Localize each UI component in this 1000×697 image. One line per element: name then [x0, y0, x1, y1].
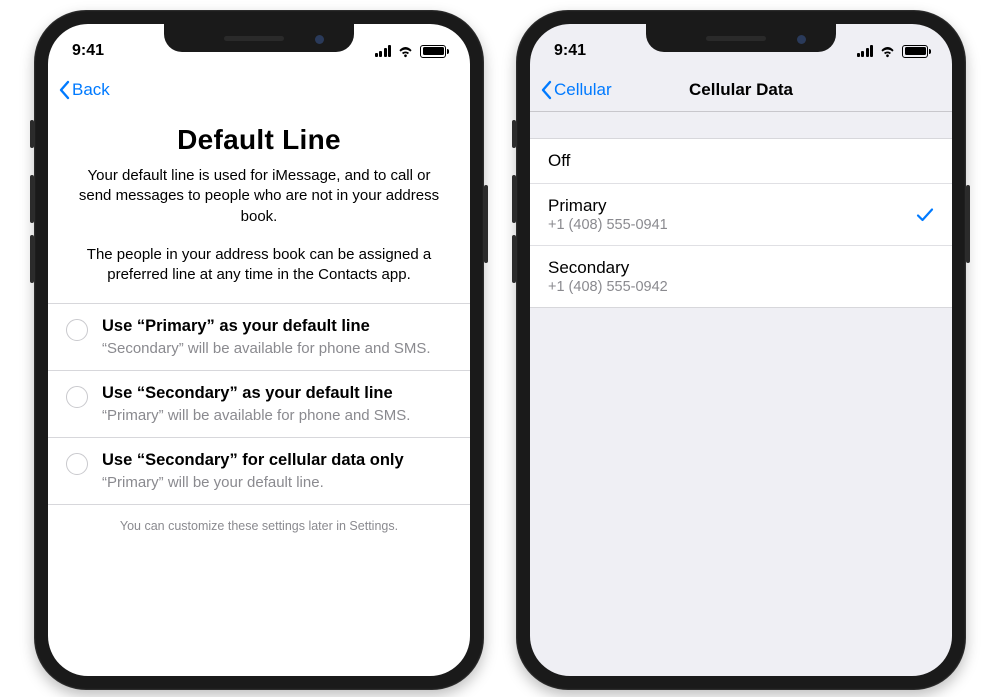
option-primary-default[interactable]: Use “Primary” as your default line “Seco… [48, 304, 470, 371]
notch [164, 24, 354, 52]
page-title: Default Line [68, 124, 450, 156]
radio-icon [66, 453, 88, 475]
cellular-data-options: Off Primary +1 (408) 555-0941 Secondary … [530, 138, 952, 308]
volume-up-button [30, 175, 34, 223]
cellular-signal-icon [857, 45, 874, 57]
option-subtitle: “Secondary” will be available for phone … [102, 339, 431, 359]
wifi-icon [397, 45, 414, 58]
volume-down-button [30, 235, 34, 283]
chevron-left-icon [540, 80, 552, 100]
default-line-options: Use “Primary” as your default line “Seco… [48, 303, 470, 505]
back-label: Back [72, 80, 110, 100]
volume-up-button [512, 175, 516, 223]
mute-switch [512, 120, 516, 148]
option-title: Off [548, 151, 570, 171]
mute-switch [30, 120, 34, 148]
status-time: 9:41 [72, 42, 104, 60]
volume-down-button [512, 235, 516, 283]
battery-icon [420, 45, 446, 58]
radio-icon [66, 319, 88, 341]
back-button[interactable]: Cellular [540, 80, 612, 100]
wifi-icon [879, 45, 896, 58]
option-title: Primary [548, 196, 668, 216]
option-title: Use “Secondary” for cellular data only [102, 450, 404, 471]
phone-mockup-cellular-data: 9:41 Cellular Cellular Data Off [516, 10, 966, 690]
notch [646, 24, 836, 52]
option-subtitle: +1 (408) 555-0942 [548, 279, 668, 295]
description-2: The people in your address book can be a… [72, 245, 446, 286]
option-primary[interactable]: Primary +1 (408) 555-0941 [530, 184, 952, 246]
content: Default Line Your default line is used f… [48, 112, 470, 533]
nav-bar: Back [48, 68, 470, 112]
chevron-left-icon [58, 80, 70, 100]
nav-bar: Cellular Cellular Data [530, 68, 952, 112]
option-title: Use “Secondary” as your default line [102, 383, 410, 404]
option-title: Use “Primary” as your default line [102, 316, 431, 337]
option-off[interactable]: Off [530, 139, 952, 184]
option-title: Secondary [548, 258, 668, 278]
option-subtitle: +1 (408) 555-0941 [548, 217, 668, 233]
back-button[interactable]: Back [58, 80, 110, 100]
option-subtitle: “Primary” will be available for phone an… [102, 406, 410, 426]
power-button [966, 185, 970, 263]
back-label: Cellular [554, 80, 612, 100]
description-1: Your default line is used for iMessage, … [72, 166, 446, 227]
option-secondary-default[interactable]: Use “Secondary” as your default line “Pr… [48, 371, 470, 438]
battery-icon [902, 45, 928, 58]
power-button [484, 185, 488, 263]
status-time: 9:41 [554, 42, 586, 60]
option-secondary-data-only[interactable]: Use “Secondary” for cellular data only “… [48, 438, 470, 505]
phone-mockup-default-line: 9:41 Back Default Line Your default line… [34, 10, 484, 690]
radio-icon [66, 386, 88, 408]
option-subtitle: “Primary” will be your default line. [102, 473, 404, 493]
cellular-signal-icon [375, 45, 392, 57]
checkmark-icon [916, 207, 934, 223]
footnote: You can customize these settings later i… [68, 519, 450, 533]
option-secondary[interactable]: Secondary +1 (408) 555-0942 [530, 246, 952, 307]
